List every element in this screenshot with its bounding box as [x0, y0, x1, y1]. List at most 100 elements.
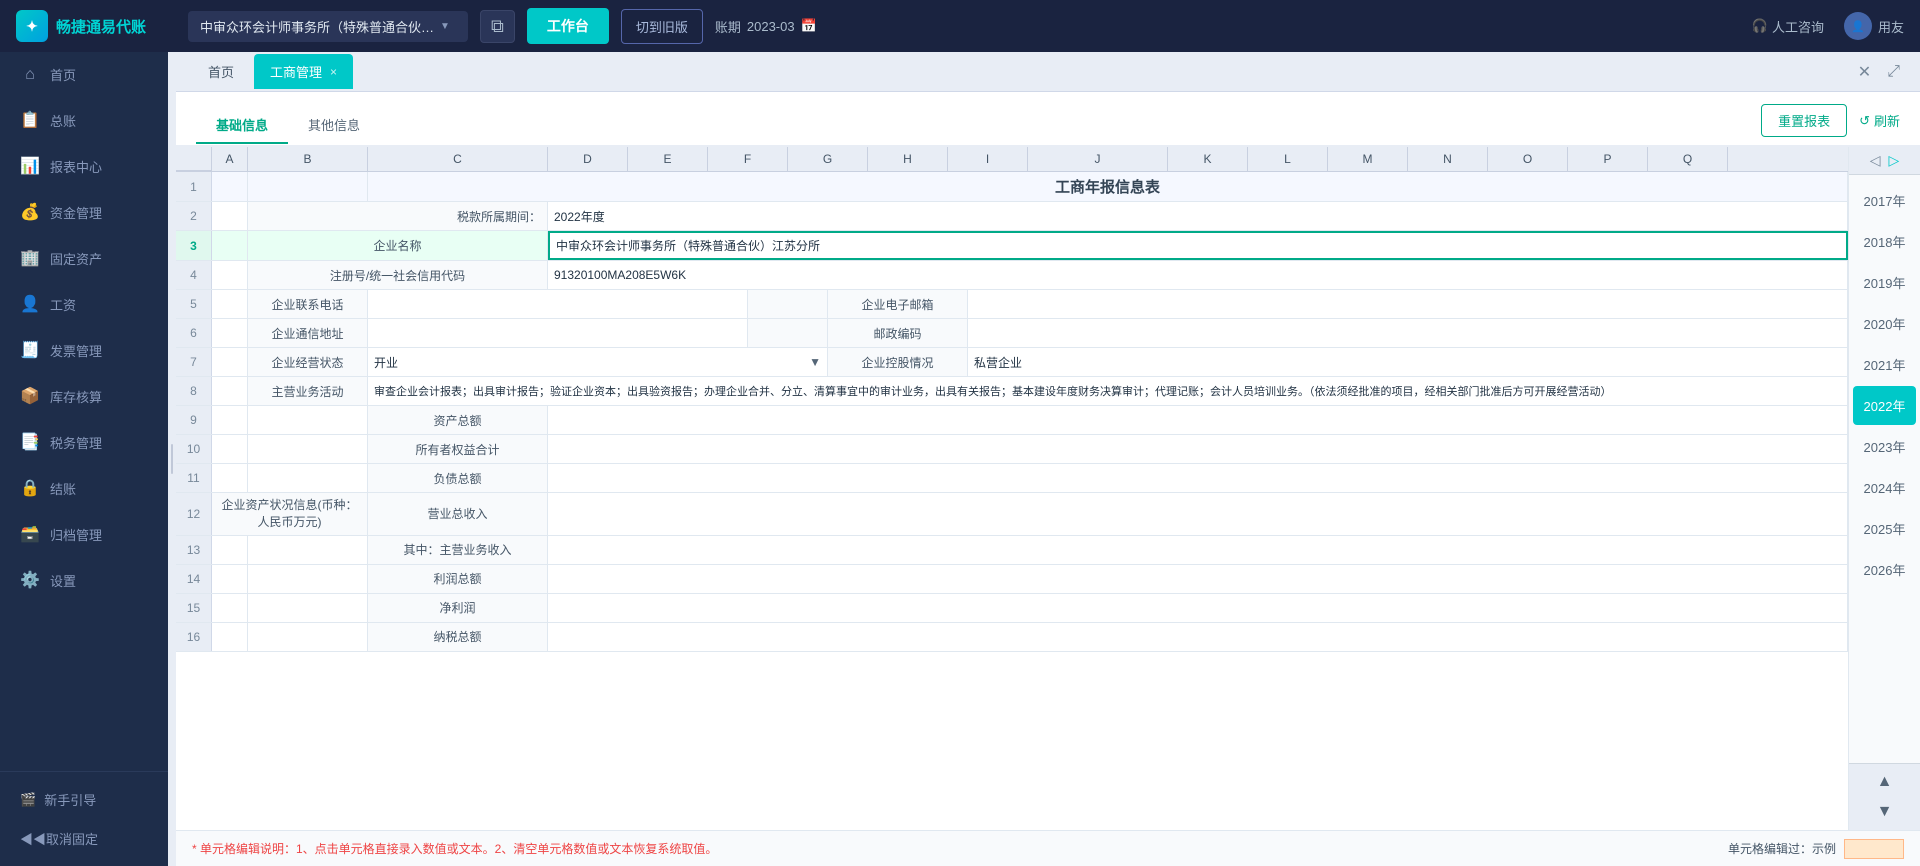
cell-9-b[interactable] — [248, 406, 368, 434]
year-nav-down-button[interactable]: ▼ — [1855, 800, 1915, 824]
cell-15-b[interactable] — [248, 594, 368, 622]
sidebar-item-home[interactable]: ⌂ 首页 — [0, 52, 168, 97]
year-item-2026[interactable]: 2026年 — [1853, 550, 1916, 589]
cell-5-val[interactable] — [368, 290, 748, 318]
cell-13-label[interactable]: 其中：主营业务收入 — [368, 536, 548, 564]
sidebar-item-assets[interactable]: 🏢 固定资产 — [0, 235, 168, 281]
sidebar-item-inventory[interactable]: 📦 库存核算 — [0, 373, 168, 419]
collapse-right-button[interactable]: ▷ — [1887, 150, 1902, 171]
cell-11-label[interactable]: 负债总额 — [368, 464, 548, 492]
cell-9-a[interactable] — [212, 406, 248, 434]
copy-button[interactable]: ⧉ — [480, 10, 515, 43]
cell-13-b[interactable] — [248, 536, 368, 564]
workbench-button[interactable]: 工作台 — [527, 8, 609, 44]
sidebar-item-invoice[interactable]: 🧾 发票管理 — [0, 327, 168, 373]
cancel-fixed-button[interactable]: ◀◀取消固定 — [0, 819, 168, 858]
cell-16-val[interactable] — [548, 623, 1848, 651]
cell-8-val[interactable]: 审查企业会计报表；出具审计报告；验证企业资本；出具验资报告；办理企业合并、分立、… — [368, 377, 1848, 405]
old-version-button[interactable]: 切到旧版 — [621, 9, 703, 44]
user-area[interactable]: 👤 用友 — [1844, 12, 1904, 40]
cell-10-val[interactable] — [548, 435, 1848, 463]
cell-5-i[interactable] — [748, 290, 828, 318]
cell-7-val[interactable]: 开业 ▼ — [368, 348, 828, 376]
cell-16-label[interactable]: 纳税总额 — [368, 623, 548, 651]
tab-gongshang[interactable]: 工商管理 × — [254, 54, 353, 89]
tab-close-icon[interactable]: × — [330, 65, 337, 79]
year-item-2020[interactable]: 2020年 — [1853, 304, 1916, 343]
cell-1-a[interactable] — [212, 172, 248, 201]
cell-7-j[interactable]: 企业控股情况 — [828, 348, 968, 376]
cell-1-title[interactable]: 工商年报信息表 — [368, 172, 1848, 201]
tab-expand-button[interactable]: ⤢ — [1883, 59, 1904, 85]
year-item-2021[interactable]: 2021年 — [1853, 345, 1916, 384]
cell-12-val[interactable] — [548, 493, 1848, 535]
year-item-2019[interactable]: 2019年 — [1853, 263, 1916, 302]
cell-4-label[interactable]: 注册号/统一社会信用代码 — [248, 261, 548, 289]
cell-9-val[interactable] — [548, 406, 1848, 434]
year-item-2024[interactable]: 2024年 — [1853, 468, 1916, 507]
sidebar-item-tax[interactable]: 📑 税务管理 — [0, 419, 168, 465]
sidebar-item-settings[interactable]: ⚙️ 设置 — [0, 557, 168, 603]
cell-13-a[interactable] — [212, 536, 248, 564]
refresh-button[interactable]: ↺ 刷新 — [1859, 111, 1900, 130]
cell-11-val[interactable] — [548, 464, 1848, 492]
cell-6-val[interactable] — [368, 319, 748, 347]
cell-10-label[interactable]: 所有者权益合计 — [368, 435, 548, 463]
cell-6-a[interactable] — [212, 319, 248, 347]
cell-5-label[interactable]: 企业联系电话 — [248, 290, 368, 318]
cell-6-k[interactable] — [968, 319, 1848, 347]
cell-4-a[interactable] — [212, 261, 248, 289]
year-item-2022[interactable]: 2022年 — [1853, 386, 1916, 425]
cell-7-k[interactable]: 私营企业 — [968, 348, 1848, 376]
service-button[interactable]: 🎧 人工咨询 — [1752, 17, 1824, 36]
cell-15-a[interactable] — [212, 594, 248, 622]
calendar-icon[interactable]: 📅 — [801, 18, 817, 34]
cell-4-value[interactable]: 91320100MA208E5W6K — [548, 261, 1848, 289]
year-nav-up-button[interactable]: ▲ — [1855, 770, 1915, 794]
cell-12-left-label[interactable]: 企业资产状况信息(币种：人民币万元) — [212, 493, 368, 535]
cell-5-k[interactable] — [968, 290, 1848, 318]
year-item-2025[interactable]: 2025年 — [1853, 509, 1916, 548]
sidebar-resize-handle[interactable] — [168, 52, 176, 866]
cell-3-label[interactable]: 企业名称 — [248, 231, 548, 260]
company-selector[interactable]: 中审众环会计师事务所（特殊普通合伙… ▼ — [188, 11, 468, 42]
cell-9-label[interactable]: 资产总额 — [368, 406, 548, 434]
cell-6-i[interactable] — [748, 319, 828, 347]
cell-8-a[interactable] — [212, 377, 248, 405]
cell-3-a[interactable] — [212, 231, 248, 260]
cell-1-b[interactable] — [248, 172, 368, 201]
reset-report-button[interactable]: 重置报表 — [1761, 104, 1847, 137]
cell-7-a[interactable] — [212, 348, 248, 376]
cell-2-value[interactable]: 2022年度 — [548, 202, 1848, 230]
cell-14-val[interactable] — [548, 565, 1848, 593]
cell-2-b[interactable]: 税款所属期间： — [248, 202, 548, 230]
sidebar-item-archive[interactable]: 🗃️ 归档管理 — [0, 511, 168, 557]
cell-10-a[interactable] — [212, 435, 248, 463]
cell-5-j[interactable]: 企业电子邮箱 — [828, 290, 968, 318]
cell-10-b[interactable] — [248, 435, 368, 463]
cell-5-a[interactable] — [212, 290, 248, 318]
sidebar-item-finance[interactable]: 💰 资金管理 — [0, 189, 168, 235]
tab-home[interactable]: 首页 — [192, 54, 250, 89]
cell-16-b[interactable] — [248, 623, 368, 651]
cell-3-value[interactable]: 中审众环会计师事务所（特殊普通合伙）江苏分所 — [548, 231, 1848, 260]
cell-11-b[interactable] — [248, 464, 368, 492]
sub-tab-basic[interactable]: 基础信息 — [196, 107, 288, 144]
cell-14-a[interactable] — [212, 565, 248, 593]
cell-16-a[interactable] — [212, 623, 248, 651]
spreadsheet-main[interactable]: A B C D E F G H I J K L M N O — [176, 147, 1848, 830]
tab-close-all-button[interactable]: ✕ — [1854, 58, 1875, 86]
year-item-2017[interactable]: 2017年 — [1853, 181, 1916, 220]
cell-6-label[interactable]: 企业通信地址 — [248, 319, 368, 347]
cell-2-a[interactable] — [212, 202, 248, 230]
new-guide-button[interactable]: 🎬 新手引导 — [0, 780, 168, 819]
year-item-2018[interactable]: 2018年 — [1853, 222, 1916, 261]
cell-12-label[interactable]: 营业总收入 — [368, 493, 548, 535]
year-item-2023[interactable]: 2023年 — [1853, 427, 1916, 466]
sidebar-item-ledger[interactable]: 📋 总账 — [0, 97, 168, 143]
cell-13-val[interactable] — [548, 536, 1848, 564]
sub-tab-other[interactable]: 其他信息 — [288, 107, 380, 144]
sidebar-item-report[interactable]: 📊 报表中心 — [0, 143, 168, 189]
collapse-left-button[interactable]: ◁ — [1868, 150, 1883, 171]
cell-11-a[interactable] — [212, 464, 248, 492]
